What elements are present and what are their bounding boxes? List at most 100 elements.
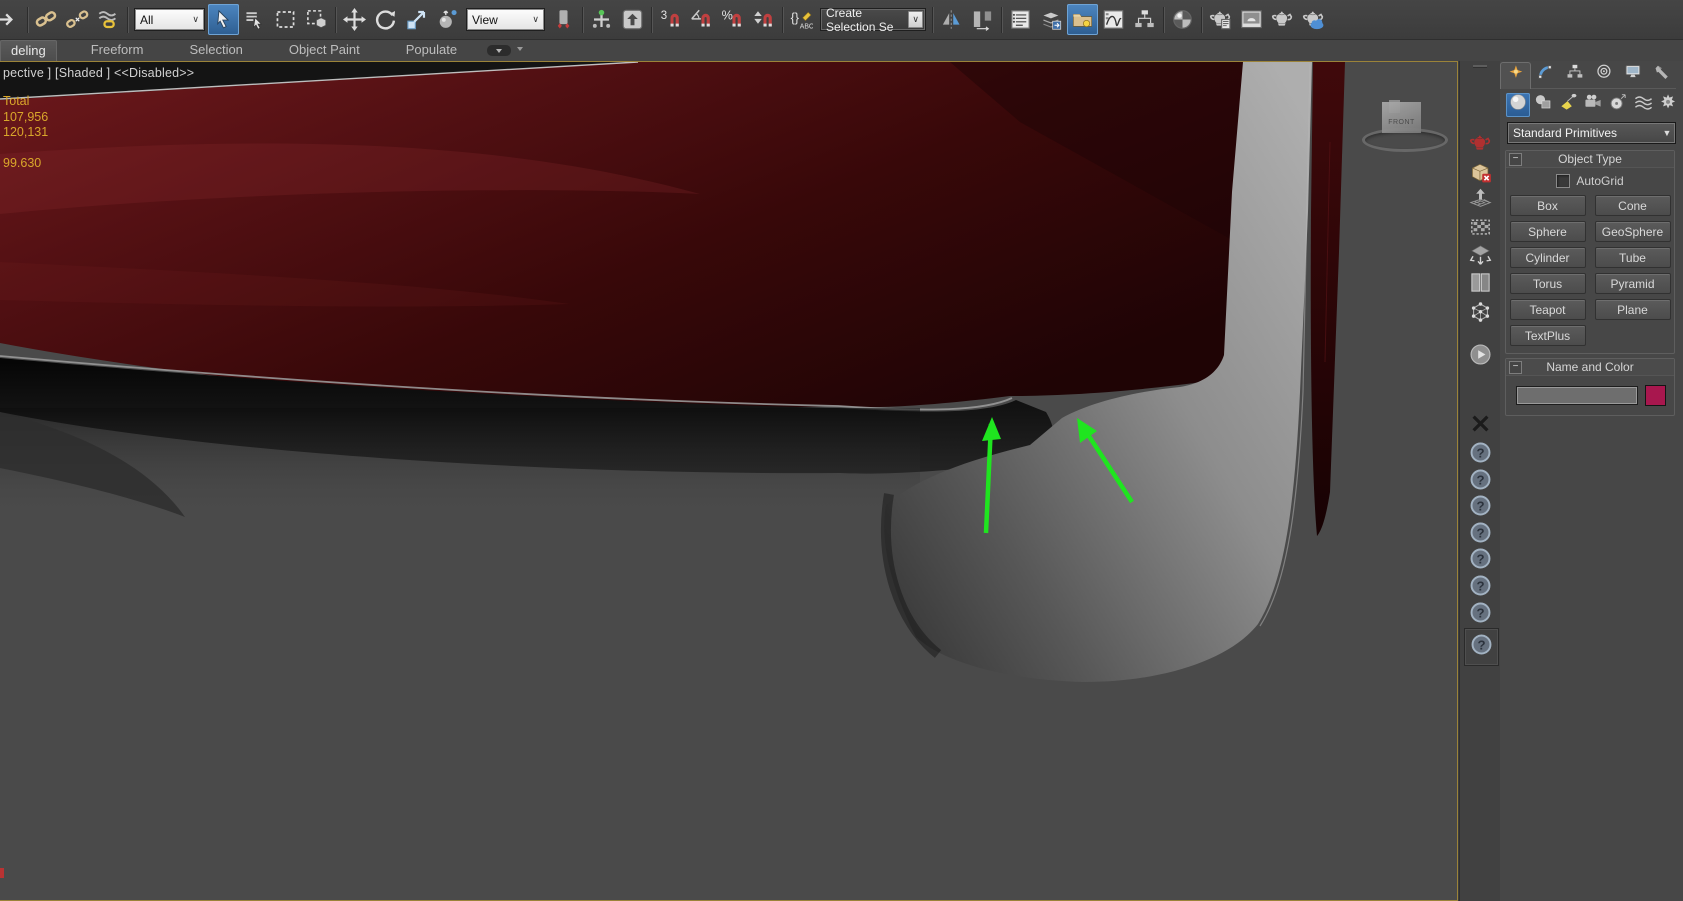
- primitive-button-box[interactable]: Box: [1509, 195, 1586, 216]
- toolbar-grip[interactable]: [1473, 65, 1487, 68]
- select-object-button[interactable]: [208, 4, 239, 35]
- ribbon-tab-selection[interactable]: Selection: [177, 40, 254, 61]
- snap-toggle-3d-button[interactable]: 3: [655, 4, 686, 35]
- move-checker-button[interactable]: [1464, 244, 1497, 270]
- ribbon-tab-freeform[interactable]: Freeform: [79, 40, 156, 61]
- ribbon-tab-deling[interactable]: deling: [0, 39, 57, 62]
- cat-systems[interactable]: [1656, 93, 1680, 117]
- viewcube[interactable]: FRONT: [1360, 100, 1448, 152]
- rendered-frame-window-button[interactable]: [1236, 4, 1267, 35]
- toggle-scene-explorer-button[interactable]: [1067, 4, 1098, 35]
- primitive-button-cylinder[interactable]: Cylinder: [1509, 247, 1586, 268]
- select-and-manipulate-button[interactable]: [586, 4, 617, 35]
- selection-filter-dropdown[interactable]: All ∨: [134, 8, 205, 31]
- dual-panels-button[interactable]: [1464, 272, 1497, 298]
- schematic-view-button[interactable]: [1129, 4, 1160, 35]
- lattice-button[interactable]: [1464, 301, 1497, 327]
- missing-script-button[interactable]: ?: [1464, 495, 1497, 521]
- render-setup-button[interactable]: [1205, 4, 1236, 35]
- missing-script-button[interactable]: ?: [1464, 442, 1497, 468]
- primitives-dropdown[interactable]: Standard Primitives ▼: [1507, 122, 1676, 144]
- viewport[interactable]: pective ] [Shaded ] <<Disabled>> Total 10…: [0, 61, 1458, 901]
- checker-selection-button[interactable]: [1464, 216, 1497, 242]
- missing-script-button[interactable]: ?: [1464, 522, 1497, 548]
- viewport-stat-line: 107,956: [3, 109, 49, 124]
- edit-named-selection-sets-button[interactable]: {} ABC: [786, 4, 817, 35]
- cat-lights[interactable]: [1556, 93, 1580, 117]
- mirror-button[interactable]: [936, 4, 967, 35]
- keyboard-override-button[interactable]: [617, 4, 648, 35]
- missing-script-button[interactable]: ?: [1464, 628, 1499, 667]
- cat-spacewarps[interactable]: [1631, 93, 1655, 117]
- primitive-button-sphere[interactable]: Sphere: [1509, 221, 1586, 242]
- select-and-place-button[interactable]: [432, 4, 463, 35]
- cat-geometry-icon: [1509, 93, 1528, 117]
- primitive-button-textplus[interactable]: TextPlus: [1509, 325, 1586, 346]
- chevron-down-icon: ∨: [908, 11, 923, 28]
- autogrid-checkbox[interactable]: [1556, 174, 1571, 188]
- use-pivot-point-center-button[interactable]: [548, 4, 579, 35]
- missing-script-button[interactable]: ?: [1464, 548, 1497, 574]
- name-color-rollout-header[interactable]: − Name and Color: [1506, 359, 1674, 376]
- tab-motion[interactable]: [1589, 62, 1618, 89]
- unlink-selection-button[interactable]: [62, 4, 93, 35]
- close-x-button[interactable]: [1464, 413, 1497, 439]
- primitive-button-pyramid[interactable]: Pyramid: [1594, 273, 1671, 294]
- material-editor-button[interactable]: [1167, 4, 1198, 35]
- window-crossing-button[interactable]: [301, 4, 332, 35]
- select-and-scale-button[interactable]: [401, 4, 432, 35]
- named-selection-set-dropdown[interactable]: Create Selection Se ∨: [820, 6, 926, 34]
- cat-shapes[interactable]: [1531, 93, 1555, 117]
- render-production-button[interactable]: [1267, 4, 1298, 35]
- play-script-button[interactable]: [1464, 344, 1497, 370]
- render-in-cloud-button[interactable]: [1298, 4, 1329, 35]
- primitive-button-tube[interactable]: Tube: [1594, 247, 1671, 268]
- minimize-ribbon-button[interactable]: [487, 45, 512, 56]
- delete-box-button[interactable]: [1464, 161, 1497, 187]
- viewport-label[interactable]: pective ] [Shaded ] <<Disabled>>: [3, 66, 194, 80]
- reference-coordinate-dropdown[interactable]: View ∨: [466, 8, 545, 31]
- tab-create[interactable]: [1500, 62, 1531, 89]
- select-and-link-button[interactable]: [31, 4, 62, 35]
- spinner-snap-button[interactable]: [748, 4, 779, 35]
- align-button[interactable]: [967, 4, 998, 35]
- cat-cameras[interactable]: [1581, 93, 1605, 117]
- missing-script-button[interactable]: ?: [1464, 602, 1497, 628]
- primitive-button-teapot[interactable]: Teapot: [1509, 299, 1586, 320]
- primitive-button-torus[interactable]: Torus: [1509, 273, 1586, 294]
- grid-arrow-icon: [1469, 187, 1492, 215]
- cat-geometry[interactable]: [1506, 93, 1530, 117]
- tab-display[interactable]: [1618, 62, 1647, 89]
- angle-snap-button[interactable]: [686, 4, 717, 35]
- tab-hierarchy[interactable]: [1560, 62, 1589, 89]
- missing-script-button[interactable]: ?: [1464, 469, 1497, 495]
- viewport-canvas[interactable]: [0, 62, 1457, 898]
- redo-button[interactable]: [0, 4, 24, 35]
- rect-selection-region-button[interactable]: [270, 4, 301, 35]
- bind-space-warp-button[interactable]: [93, 4, 124, 35]
- percent-snap-button[interactable]: %: [717, 4, 748, 35]
- tab-modify[interactable]: [1531, 62, 1560, 89]
- curve-editor-button[interactable]: [1098, 4, 1129, 35]
- object-color-swatch[interactable]: [1645, 385, 1666, 406]
- close-x-icon: [1469, 412, 1492, 440]
- object-name-field[interactable]: [1516, 386, 1639, 405]
- ribbon-tab-populate[interactable]: Populate: [394, 40, 469, 61]
- layer-explorer-button[interactable]: [1005, 4, 1036, 35]
- cat-helpers[interactable]: [1606, 93, 1630, 117]
- primitive-button-geosphere[interactable]: GeoSphere: [1594, 221, 1671, 242]
- primitive-button-plane[interactable]: Plane: [1594, 299, 1671, 320]
- object-type-rollout-header[interactable]: − Object Type: [1506, 151, 1674, 168]
- select-and-move-button[interactable]: [339, 4, 370, 35]
- render-teapot-button[interactable]: [1464, 133, 1497, 159]
- grid-arrow-button[interactable]: [1464, 188, 1497, 214]
- missing-script-button[interactable]: ?: [1464, 575, 1497, 601]
- select-by-name-button[interactable]: [239, 4, 270, 35]
- select-and-rotate-button[interactable]: [370, 4, 401, 35]
- toggle-layer-explorer-button[interactable]: [1036, 4, 1067, 35]
- tab-utilities[interactable]: [1647, 62, 1676, 89]
- ribbon-options-caret[interactable]: [517, 47, 523, 54]
- primitive-button-cone[interactable]: Cone: [1594, 195, 1671, 216]
- viewcube-cube[interactable]: FRONT: [1382, 102, 1421, 133]
- ribbon-tab-object-paint[interactable]: Object Paint: [277, 40, 372, 61]
